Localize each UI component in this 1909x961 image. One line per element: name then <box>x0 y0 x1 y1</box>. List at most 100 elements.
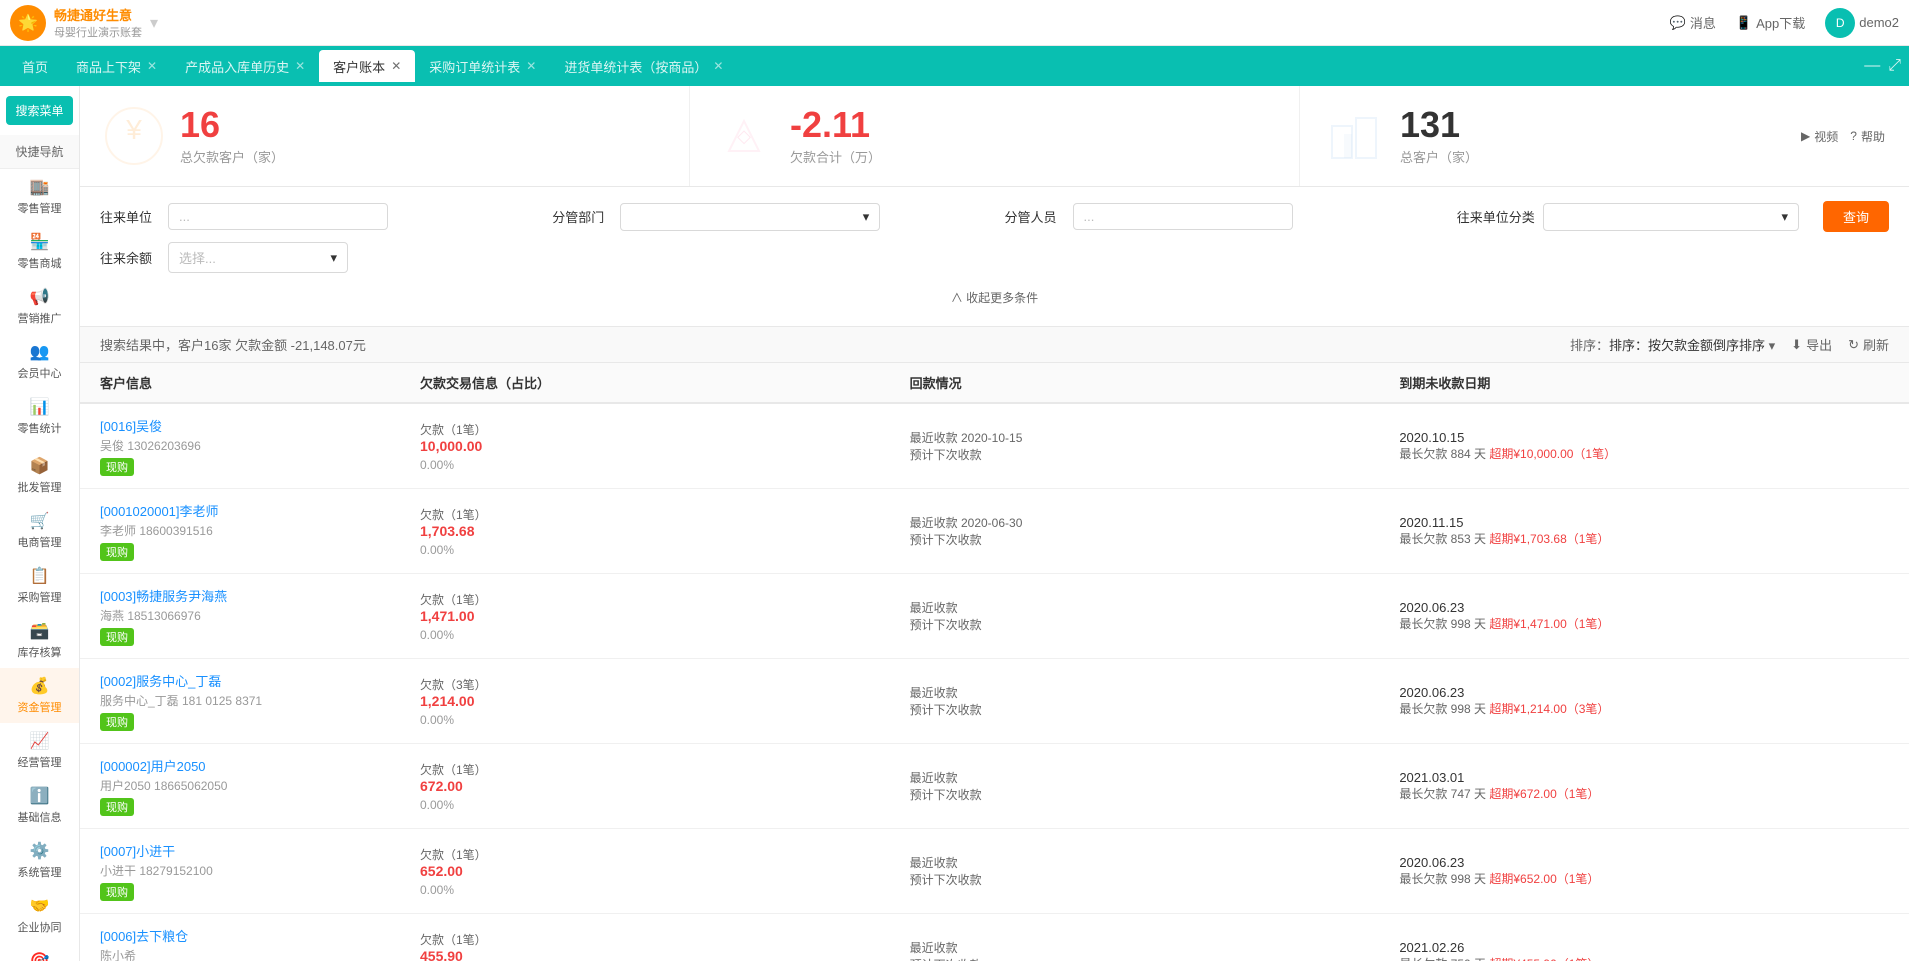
app-download-btn[interactable]: 📱 App下载 <box>1736 13 1805 32</box>
quick-nav[interactable]: 快捷导航 <box>0 135 79 169</box>
tab-home[interactable]: 首页 <box>8 50 62 82</box>
overdue-link-6[interactable]: 超期¥455.90（1笔） <box>1489 957 1599 961</box>
help-btn[interactable]: ? 帮助 <box>1850 128 1885 145</box>
export-btn[interactable]: ⬇ 导出 <box>1791 335 1832 354</box>
dropdown-icon[interactable]: ▾ <box>150 13 158 33</box>
sidebar-item-enterprise-collab[interactable]: 🤝 企业协同 <box>0 888 79 943</box>
tab-customer-account[interactable]: 客户账本 ✕ <box>319 50 415 82</box>
search-menu-btn[interactable]: 搜索菜单 <box>6 96 73 125</box>
system-icon: ⚙️ <box>30 841 50 861</box>
sort-dropdown-icon[interactable]: ▾ <box>1769 338 1776 353</box>
tab-bar: 首页 商品上下架 ✕ 产成品入库单历史 ✕ 客户账本 ✕ 采购订单统计表 ✕ 进… <box>0 46 1909 86</box>
customer-phone-4: 用户2050 18665062050 <box>100 777 420 794</box>
result-actions: 排序：排序：按欠款金额倒序排序 ▾ ⬇ 导出 ↻ 刷新 <box>1570 335 1889 354</box>
tab-minimize-btn[interactable]: — <box>1864 57 1880 75</box>
sidebar-item-retail-mgmt[interactable]: 🏬 零售管理 <box>0 169 79 224</box>
sidebar-item-purchase[interactable]: 📋 采购管理 <box>0 558 79 613</box>
main-layout: 搜索菜单 快捷导航 🏬 零售管理 🏪 零售商城 📢 营销推广 👥 会员中心 📊 … <box>0 86 1909 961</box>
source-unit-input[interactable]: ... <box>168 203 388 230</box>
sidebar-item-retail-stats[interactable]: 📊 零售统计 <box>0 389 79 444</box>
customer-info-0: [0016]吴俊 吴俊 13026203696 现购 <box>100 416 420 476</box>
overdue-link-1[interactable]: 超期¥1,703.68（1笔） <box>1489 532 1609 546</box>
retail-mgmt-icon: 🏬 <box>30 177 50 197</box>
overdue-link-2[interactable]: 超期¥1,471.00（1笔） <box>1489 617 1609 631</box>
tab-production-history[interactable]: 产成品入库单历史 ✕ <box>171 50 319 82</box>
filter-area: 往来单位 ... 分管部门 ▾ 分管人员 ... <box>80 187 1909 327</box>
stat-card-debt-total: ◇ -2.11 欠款合计（万） <box>690 86 1300 186</box>
repay-info-6: 最近收款 预计下次收款 <box>910 939 1400 961</box>
refresh-btn[interactable]: ↻ 刷新 <box>1848 335 1889 354</box>
sidebar-item-new-guide[interactable]: 🎯 新手引导 <box>0 943 79 961</box>
inventory-icon: 🗃️ <box>30 621 50 641</box>
sidebar-item-marketing[interactable]: 📢 营销推广 <box>0 279 79 334</box>
customer-name-6[interactable]: [0006]去下粮仓 <box>100 926 420 945</box>
customer-name-3[interactable]: [0002]服务中心_丁磊 <box>100 671 420 690</box>
message-btn[interactable]: 💬 消息 <box>1670 13 1716 32</box>
collapse-bar[interactable]: ∧ 收起更多条件 <box>100 283 1889 312</box>
video-btn[interactable]: ▶ 视频 <box>1801 128 1838 145</box>
recent-repay-2: 最近收款 <box>910 599 1400 616</box>
recent-repay-6: 最近收款 <box>910 939 1400 956</box>
user-menu[interactable]: D demo2 <box>1825 8 1899 38</box>
customer-tag-1: 现购 <box>100 543 134 561</box>
customer-name-1[interactable]: [0001020001]李老师 <box>100 501 420 520</box>
overdue-link-5[interactable]: 超期¥652.00（1笔） <box>1489 872 1599 886</box>
debt-amount-1[interactable]: 1,703.68 <box>420 523 910 539</box>
tab-product-offline[interactable]: 商品上下架 ✕ <box>62 50 171 82</box>
balance-select[interactable]: 选择... ▾ <box>168 242 348 273</box>
tab-purchase-summary[interactable]: 采购订单统计表 ✕ <box>415 50 550 82</box>
customer-name-4[interactable]: [000002]用户2050 <box>100 756 420 775</box>
tab-close-production-history[interactable]: ✕ <box>295 59 305 73</box>
customer-tag-5: 现购 <box>100 883 134 901</box>
tab-close-purchase-summary[interactable]: ✕ <box>526 59 536 73</box>
tab-close-customer-account[interactable]: ✕ <box>391 59 401 73</box>
sidebar-item-basic-info[interactable]: ℹ️ 基础信息 <box>0 778 79 833</box>
dept-label: 分管部门 <box>552 207 612 226</box>
dept-select[interactable]: ▾ <box>620 203 880 231</box>
due-date-2: 2020.06.23 <box>1399 600 1889 615</box>
overdue-days-5: 最长欠款 998 天 超期¥652.00（1笔） <box>1399 870 1889 887</box>
next-repay-6: 预计下次收款 <box>910 956 1400 961</box>
sidebar-item-batch-mgmt[interactable]: 📦 批发管理 <box>0 448 79 503</box>
debt-amount-5[interactable]: 652.00 <box>420 863 910 879</box>
content-area: ¥ 16 总欠款客户（家） ◇ -2.11 欠款合计（万） <box>80 86 1909 961</box>
debt-amount-4[interactable]: 672.00 <box>420 778 910 794</box>
sidebar-item-finance[interactable]: 💰 资金管理 <box>0 668 79 723</box>
debt-amount-6[interactable]: 455.90 <box>420 948 910 961</box>
tab-inbound-summary[interactable]: 进货单统计表（按商品） ✕ <box>550 50 737 82</box>
filter-unit-category: 往来单位分类 ▾ 查询 <box>1457 201 1889 232</box>
debt-percent-2: 0.00% <box>420 628 910 642</box>
sidebar-item-ecommerce[interactable]: 🛒 电商管理 <box>0 503 79 558</box>
finance-icon: 💰 <box>30 676 50 696</box>
unit-category-select[interactable]: ▾ <box>1543 203 1799 231</box>
overdue-link-3[interactable]: 超期¥1,214.00（3笔） <box>1489 702 1609 716</box>
repay-info-1: 最近收款 2020-06-30 预计下次收款 <box>910 514 1400 548</box>
manager-input[interactable]: ... <box>1073 203 1293 230</box>
debt-amount-0[interactable]: 10,000.00 <box>420 438 910 454</box>
sidebar-item-operations[interactable]: 📈 经营管理 <box>0 723 79 778</box>
debt-total-value: -2.11 <box>790 107 881 143</box>
due-info-3: 2020.06.23 最长欠款 998 天 超期¥1,214.00（3笔） <box>1399 685 1889 717</box>
sidebar-item-member[interactable]: 👥 会员中心 <box>0 334 79 389</box>
customer-info-6: [0006]去下粮仓 陈小希 现购 <box>100 926 420 961</box>
customer-name-0[interactable]: [0016]吴俊 <box>100 416 420 435</box>
sidebar-item-inventory[interactable]: 🗃️ 库存核算 <box>0 613 79 668</box>
tab-close-inbound-summary[interactable]: ✕ <box>713 59 723 73</box>
customer-name-2[interactable]: [0003]畅捷服务尹海燕 <box>100 586 420 605</box>
query-button[interactable]: 查询 <box>1823 201 1889 232</box>
customer-name-5[interactable]: [0007]小进干 <box>100 841 420 860</box>
tab-maximize-btn[interactable]: ⤢ <box>1888 57 1901 75</box>
debt-amount-2[interactable]: 1,471.00 <box>420 608 910 624</box>
sidebar-item-system[interactable]: ⚙️ 系统管理 <box>0 833 79 888</box>
overdue-days-0: 最长欠款 884 天 超期¥10,000.00（1笔） <box>1399 445 1889 462</box>
filter-dept: 分管部门 ▾ <box>552 203 984 231</box>
tab-close-product-offline[interactable]: ✕ <box>147 59 157 73</box>
balance-placeholder: 选择... <box>179 248 216 267</box>
overdue-link-4[interactable]: 超期¥672.00（1笔） <box>1489 787 1599 801</box>
logo-text: 畅捷通好生意 母婴行业演示账套 <box>54 5 142 40</box>
customer-phone-2: 海燕 18513066976 <box>100 607 420 624</box>
debt-amount-3[interactable]: 1,214.00 <box>420 693 910 709</box>
overdue-link-0[interactable]: 超期¥10,000.00（1笔） <box>1489 447 1616 461</box>
customer-tag-2: 现购 <box>100 628 134 646</box>
sidebar-item-retail-mall[interactable]: 🏪 零售商城 <box>0 224 79 279</box>
